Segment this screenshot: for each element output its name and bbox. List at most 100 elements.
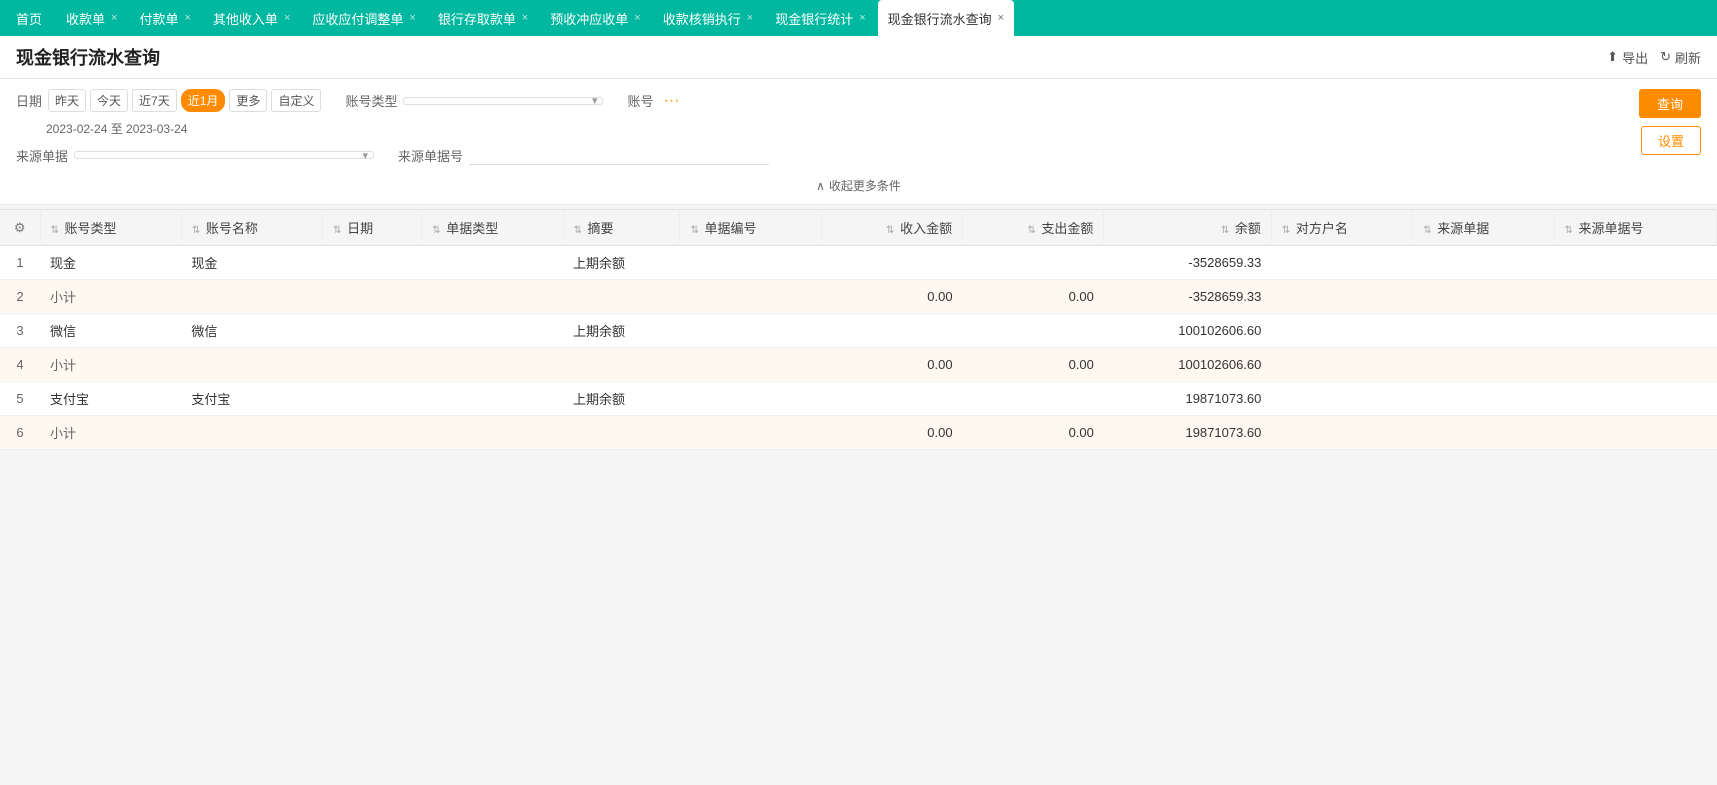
cell-account-type: 小计 <box>40 280 181 314</box>
refresh-icon: ↻ <box>1660 49 1671 65</box>
cell-source-doc-no <box>1554 314 1716 348</box>
nav-tab-2[interactable]: 其他收入单 × <box>203 0 300 36</box>
col-source-doc-no[interactable]: ⇅ 来源单据号 <box>1554 210 1716 246</box>
cell-source-doc-no <box>1554 416 1716 450</box>
col-doc-no[interactable]: ⇅ 单据编号 <box>680 210 821 246</box>
nav-tab-label-7: 现金银行统计 <box>775 9 853 28</box>
account-type-select[interactable] <box>403 97 603 105</box>
nav-tab-1[interactable]: 付款单 × <box>129 0 200 36</box>
main-table: ⚙ ⇅ 账号类型 ⇅ 账号名称 ⇅ 日期 ⇅ 单据类型 <box>0 209 1717 450</box>
cell-account-name <box>181 280 322 314</box>
nav-tab-close-2[interactable]: × <box>284 12 290 24</box>
nav-tab-close-5[interactable]: × <box>634 12 640 24</box>
cell-doc-type <box>422 348 563 382</box>
nav-tab-close-6[interactable]: × <box>747 12 753 24</box>
nav-tab-7[interactable]: 现金银行统计 × <box>765 0 875 36</box>
date-btn-7days[interactable]: 近7天 <box>132 89 177 112</box>
cell-account-name: 支付宝 <box>181 382 322 416</box>
nav-tab-label-0: 收款单 <box>66 9 105 28</box>
col-doc-type[interactable]: ⇅ 单据类型 <box>422 210 563 246</box>
nav-tab-label-8: 现金银行流水查询 <box>888 9 992 28</box>
account-dots-button[interactable]: ··· <box>659 92 683 110</box>
export-button[interactable]: ⬆ 导出 <box>1607 48 1648 67</box>
cell-doc-type <box>422 382 563 416</box>
cell-income: 0.00 <box>821 416 962 450</box>
sort-account-name-icon: ⇅ <box>192 225 200 236</box>
export-icon: ⬆ <box>1607 49 1618 65</box>
col-account-name-label: 账号名称 <box>206 221 258 236</box>
collapse-bar[interactable]: ∧ 收起更多条件 <box>16 173 1701 200</box>
account-filter-group: 账号 ··· <box>627 91 683 110</box>
cell-balance: 100102606.60 <box>1104 348 1272 382</box>
nav-tab-label-3: 应收应付调整单 <box>312 9 403 28</box>
col-source-doc-label: 来源单据 <box>1437 221 1489 236</box>
cell-expense: 0.00 <box>963 348 1104 382</box>
nav-tab-3[interactable]: 应收应付调整单 × <box>302 0 425 36</box>
source-doc-select[interactable] <box>74 151 374 159</box>
nav-tab-label-2: 其他收入单 <box>213 9 278 28</box>
nav-tab-close-0[interactable]: × <box>111 12 117 24</box>
col-source-doc-no-label: 来源单据号 <box>1579 221 1644 236</box>
nav-tab-close-3[interactable]: × <box>409 12 415 24</box>
col-balance[interactable]: ⇅ 余额 <box>1104 210 1272 246</box>
cell-summary: 上期余额 <box>563 246 680 280</box>
sort-income-icon: ⇅ <box>886 225 894 236</box>
refresh-button[interactable]: ↻ 刷新 <box>1660 48 1701 67</box>
col-summary[interactable]: ⇅ 摘要 <box>563 210 680 246</box>
date-filter-group: 日期 昨天 今天 近7天 近1月 更多 自定义 <box>16 89 321 112</box>
nav-tab-close-8[interactable]: × <box>998 12 1004 24</box>
cell-row-num: 3 <box>0 314 40 348</box>
date-btn-custom[interactable]: 自定义 <box>271 89 321 112</box>
col-counterpart[interactable]: ⇅ 对方户名 <box>1271 210 1412 246</box>
col-counterpart-label: 对方户名 <box>1296 221 1348 236</box>
col-balance-label: 余额 <box>1235 221 1261 236</box>
cell-expense <box>963 382 1104 416</box>
col-income[interactable]: ⇅ 收入金额 <box>821 210 962 246</box>
table-header-row: ⚙ ⇅ 账号类型 ⇅ 账号名称 ⇅ 日期 ⇅ 单据类型 <box>0 210 1717 246</box>
col-date[interactable]: ⇅ 日期 <box>323 210 422 246</box>
col-gear[interactable]: ⚙ <box>0 210 40 246</box>
nav-tab-6[interactable]: 收款核销执行 × <box>653 0 763 36</box>
date-btn-1month[interactable]: 近1月 <box>181 89 226 112</box>
nav-tab-8[interactable]: 现金银行流水查询 × <box>878 0 1014 36</box>
cell-expense <box>963 246 1104 280</box>
cell-account-name: 现金 <box>181 246 322 280</box>
col-account-type-label: 账号类型 <box>65 221 117 236</box>
cell-doc-type <box>422 246 563 280</box>
collapse-label: 收起更多条件 <box>829 177 901 194</box>
cell-source-doc-no <box>1554 348 1716 382</box>
source-doc-select-wrap: ▾ <box>74 151 374 159</box>
col-expense[interactable]: ⇅ 支出金额 <box>963 210 1104 246</box>
cell-source-doc <box>1413 416 1554 450</box>
cell-doc-type <box>422 416 563 450</box>
cell-income: 0.00 <box>821 348 962 382</box>
nav-tab-close-4[interactable]: × <box>522 12 528 24</box>
nav-tab-close-1[interactable]: × <box>184 12 190 24</box>
settings-button[interactable]: 设置 <box>1641 126 1701 155</box>
col-account-name[interactable]: ⇅ 账号名称 <box>181 210 322 246</box>
date-btn-yesterday[interactable]: 昨天 <box>48 89 86 112</box>
date-btn-more[interactable]: 更多 <box>229 89 267 112</box>
query-button[interactable]: 查询 <box>1639 89 1701 118</box>
col-doc-no-label: 单据编号 <box>704 221 756 236</box>
sort-doc-no-icon: ⇅ <box>690 225 698 236</box>
col-account-type[interactable]: ⇅ 账号类型 <box>40 210 181 246</box>
date-btn-today[interactable]: 今天 <box>90 89 128 112</box>
cell-source-doc-no <box>1554 280 1716 314</box>
nav-tab-close-7[interactable]: × <box>859 12 865 24</box>
source-doc-no-input[interactable] <box>469 145 769 165</box>
col-source-doc[interactable]: ⇅ 来源单据 <box>1413 210 1554 246</box>
source-doc-filter-group: 来源单据 ▾ <box>16 146 374 165</box>
nav-tab-0[interactable]: 收款单 × <box>56 0 127 36</box>
nav-tab-5[interactable]: 预收冲应收单 × <box>540 0 650 36</box>
table-settings-gear-icon[interactable]: ⚙ <box>10 220 30 236</box>
sort-doc-type-icon: ⇅ <box>432 225 440 236</box>
nav-home[interactable]: 首页 <box>4 0 54 36</box>
nav-tab-4[interactable]: 银行存取款单 × <box>428 0 538 36</box>
cell-balance: -3528659.33 <box>1104 280 1272 314</box>
cell-summary <box>563 280 680 314</box>
table-row: 6 小计 0.00 0.00 19871073.60 <box>0 416 1717 450</box>
cell-source-doc-no <box>1554 246 1716 280</box>
nav-tab-label-6: 收款核销执行 <box>663 9 741 28</box>
cell-doc-no <box>680 348 821 382</box>
